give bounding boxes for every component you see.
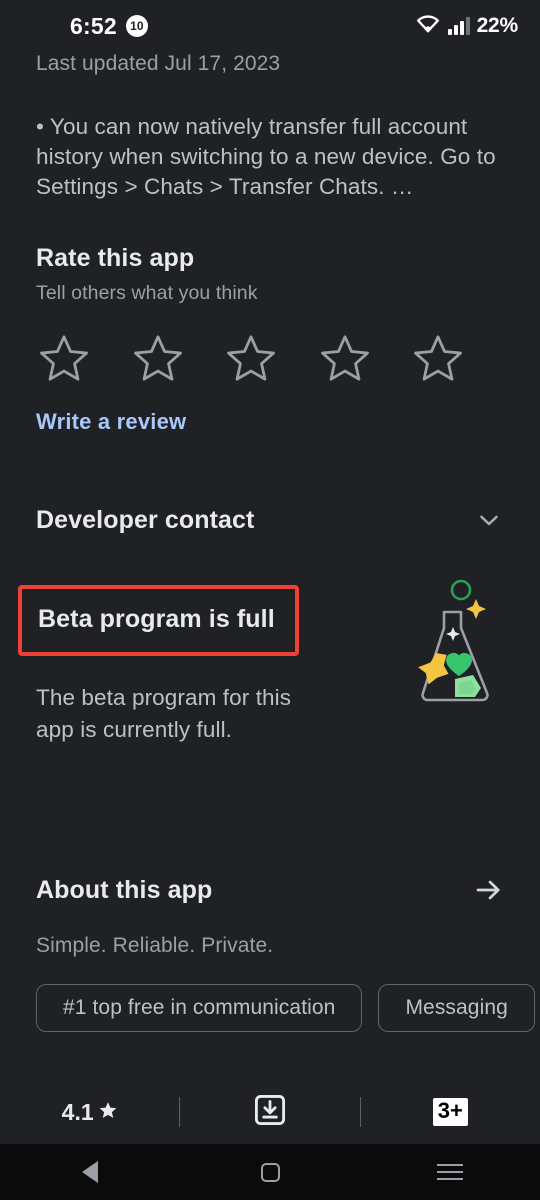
- rate-this-app-section: Rate this app Tell others what you think: [0, 244, 540, 435]
- app-tagline: Simple. Reliable. Private.: [36, 934, 274, 957]
- beta-program-description: The beta program for this app is current…: [36, 685, 292, 742]
- stat-content-rating: 3+: [361, 1098, 540, 1126]
- content-rating-badge: 3+: [432, 1098, 468, 1126]
- rate-this-app-title: Rate this app: [36, 244, 195, 272]
- rating-star-4[interactable]: [317, 329, 411, 387]
- about-this-app-row[interactable]: About this app: [0, 874, 540, 906]
- chevron-down-icon[interactable]: [474, 505, 504, 535]
- cellular-signal-icon: [447, 17, 470, 35]
- about-this-app-title: About this app: [36, 875, 213, 904]
- stat-downloads: [180, 1093, 359, 1132]
- status-bar-left: 6:52 10: [70, 13, 148, 40]
- beta-flask-illustration: [399, 575, 504, 720]
- developer-contact-title: Developer contact: [36, 505, 255, 534]
- notification-count-badge: 10: [125, 15, 148, 37]
- app-category-chips: #1 top free in communication Messaging: [0, 984, 540, 1032]
- beta-program-section: Beta program is full The beta program fo…: [0, 579, 540, 746]
- status-bar: 6:52 10 22%: [0, 0, 540, 52]
- last-updated-text: Last updated Jul 17, 2023: [36, 52, 281, 75]
- about-tagline-wrap: Simple. Reliable. Private.: [0, 934, 540, 958]
- battery-percentage: 22%: [476, 14, 519, 37]
- beta-program-highlight-box: Beta program is full: [18, 585, 299, 656]
- chip-top-free-communication[interactable]: #1 top free in communication: [36, 984, 363, 1032]
- rating-star-1[interactable]: [36, 329, 130, 387]
- status-bar-clock: 6:52: [70, 12, 117, 39]
- download-icon: [253, 1093, 287, 1132]
- rating-star-2[interactable]: [130, 329, 224, 387]
- home-button[interactable]: [230, 1144, 310, 1200]
- android-navigation-bar: [0, 1144, 540, 1200]
- scroll-content: Last updated Jul 17, 2023 • You can now …: [0, 52, 540, 1032]
- back-button[interactable]: [50, 1144, 130, 1200]
- rating-group: 4.1: [62, 1099, 118, 1126]
- chip-messaging[interactable]: Messaging: [378, 984, 535, 1032]
- arrow-right-icon[interactable]: [472, 874, 504, 906]
- recents-hamburger-icon: [437, 1164, 463, 1180]
- stat-rating: 4.1: [0, 1099, 179, 1126]
- rating-star-3[interactable]: [223, 329, 317, 387]
- status-bar-right: 22%: [415, 14, 518, 39]
- developer-contact-row[interactable]: Developer contact: [0, 505, 540, 535]
- wifi-icon: [415, 14, 441, 39]
- rating-star-5[interactable]: [410, 329, 504, 387]
- write-a-review-link[interactable]: Write a review: [36, 409, 186, 435]
- rating-value: 4.1: [61, 1098, 94, 1125]
- whats-new-text: • You can now natively transfer full acc…: [36, 114, 496, 199]
- app-stats-bar: 4.1 3+: [0, 1080, 540, 1144]
- rating-stars[interactable]: [36, 329, 504, 387]
- beta-program-title: Beta program is full: [38, 605, 275, 633]
- star-filled-icon: [98, 1100, 118, 1125]
- recents-button[interactable]: [410, 1144, 490, 1200]
- last-updated-section: Last updated Jul 17, 2023 • You can now …: [0, 52, 540, 202]
- rate-this-app-subtitle: Tell others what you think: [36, 282, 258, 304]
- play-store-app-detail-screen: 6:52 10 22% Last updated Jul 17, 2023 • …: [0, 0, 540, 1200]
- home-square-icon: [260, 1162, 280, 1182]
- back-triangle-icon: [82, 1161, 98, 1183]
